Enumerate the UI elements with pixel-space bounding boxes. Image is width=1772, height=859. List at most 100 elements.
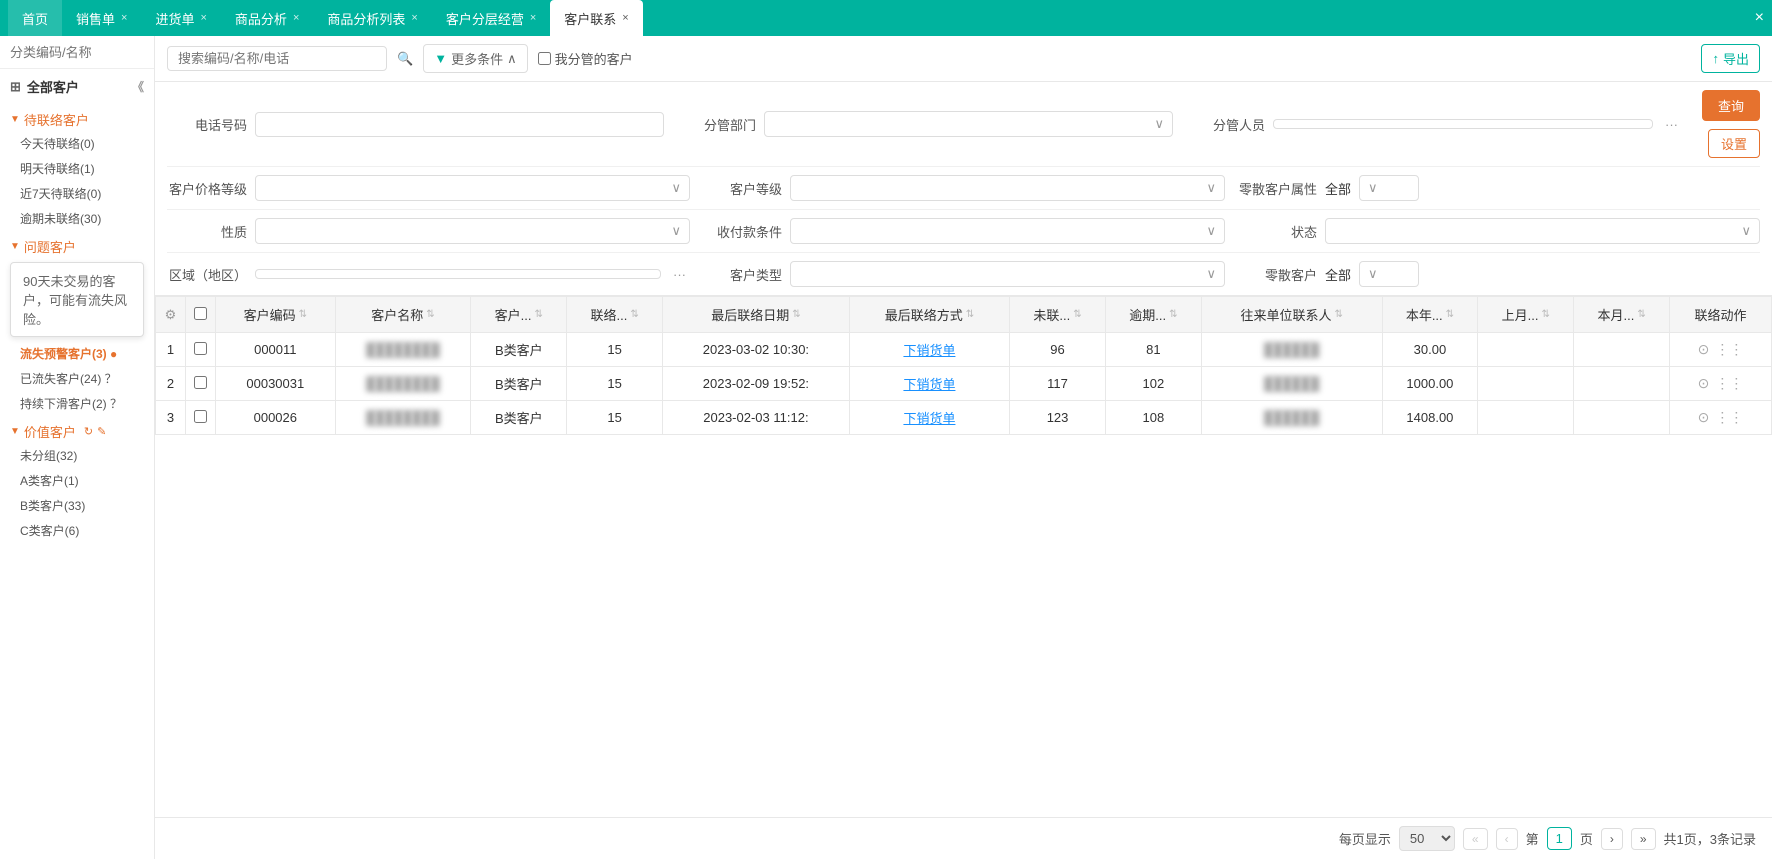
tab-sales[interactable]: 销售单 × bbox=[62, 0, 141, 36]
sort-overdue-icon[interactable]: ⇅ bbox=[1169, 309, 1177, 320]
manager-dots[interactable]: ··· bbox=[1661, 117, 1682, 132]
query-button[interactable]: 查询 bbox=[1702, 90, 1760, 121]
close-goods-list-icon[interactable]: × bbox=[411, 12, 417, 24]
action-contact-icon-0[interactable]: ⊙ bbox=[1698, 341, 1710, 358]
region-dots[interactable]: ··· bbox=[669, 267, 690, 282]
customer-type-select[interactable]: ∨ bbox=[790, 261, 1225, 287]
sort-method-icon[interactable]: ⇅ bbox=[966, 309, 974, 320]
sidebar-item-churned[interactable]: 已流失客户(24) ？ bbox=[0, 366, 154, 391]
close-all-tabs-icon[interactable]: × bbox=[1755, 9, 1764, 27]
cell-last-method[interactable]: 下销货单 bbox=[849, 401, 1009, 435]
sidebar-item-7days[interactable]: 近7天待联络(0) bbox=[0, 181, 154, 206]
first-page-button[interactable]: « bbox=[1463, 828, 1488, 850]
close-customer-contact-icon[interactable]: × bbox=[622, 12, 628, 24]
sort-year-icon[interactable]: ⇅ bbox=[1446, 309, 1454, 320]
sidebar-item-declining[interactable]: 持续下滑客户(2) ？ bbox=[0, 391, 154, 416]
sidebar-item-class-c[interactable]: C类客户(6) bbox=[0, 518, 154, 543]
status-arrow-icon: ∨ bbox=[1741, 223, 1751, 239]
more-conditions-arrow: ∧ bbox=[507, 51, 517, 67]
value-refresh-icon[interactable]: ↻ bbox=[84, 425, 93, 438]
sidebar-search-input[interactable] bbox=[10, 45, 155, 60]
select-all-checkbox[interactable] bbox=[194, 307, 207, 320]
search-input[interactable] bbox=[167, 46, 387, 71]
tab-customer-layer[interactable]: 客户分层经营 × bbox=[432, 0, 550, 36]
action-more-icon-0[interactable]: ⋮⋮ bbox=[1715, 341, 1743, 358]
sidebar-group-value[interactable]: ▼ 价值客户 ↻ ✎ bbox=[0, 416, 154, 443]
settings-gear-icon[interactable]: ⚙ bbox=[165, 307, 177, 322]
close-goods-analysis-icon[interactable]: × bbox=[293, 12, 299, 24]
sidebar-item-class-a[interactable]: A类客户(1) bbox=[0, 468, 154, 493]
cell-last-method[interactable]: 下销货单 bbox=[849, 333, 1009, 367]
sidebar-all-customers[interactable]: ⊞ 全部客户 《 bbox=[0, 69, 154, 104]
export-button[interactable]: ↑ 导出 bbox=[1701, 44, 1760, 73]
sort-name-icon[interactable]: ⇅ bbox=[426, 309, 434, 320]
tab-goods-analysis[interactable]: 商品分析 × bbox=[221, 0, 313, 36]
payment-select[interactable]: ∨ bbox=[790, 218, 1225, 244]
close-customer-layer-icon[interactable]: × bbox=[530, 12, 536, 24]
settings-button[interactable]: 设置 bbox=[1708, 129, 1760, 158]
close-purchase-icon[interactable]: × bbox=[200, 12, 206, 24]
sidebar-search-area: 🔍 bbox=[0, 36, 154, 69]
filter-manager-field: 分管人员 ··· bbox=[1185, 115, 1682, 134]
contact-method-link-2[interactable]: 下销货单 bbox=[903, 411, 955, 426]
value-edit-icon[interactable]: ✎ bbox=[97, 425, 106, 438]
sidebar-item-churn-warning[interactable]: 流失预警客户(3) ● bbox=[0, 341, 154, 366]
collapse-sidebar-icon[interactable]: 《 bbox=[132, 78, 144, 95]
tab-customer-contact[interactable]: 客户联系 × bbox=[550, 0, 642, 36]
tab-goods-list[interactable]: 商品分析列表 × bbox=[313, 0, 431, 36]
contact-method-link-1[interactable]: 下销货单 bbox=[903, 377, 955, 392]
row-checkbox-0[interactable] bbox=[194, 342, 207, 355]
more-conditions-button[interactable]: ▼ 更多条件 ∧ bbox=[423, 44, 527, 73]
cell-checkbox[interactable] bbox=[186, 333, 216, 367]
sidebar-item-today[interactable]: 今天待联络(0) bbox=[0, 131, 154, 156]
next-page-button[interactable]: › bbox=[1601, 828, 1623, 850]
dept-select[interactable]: ∨ bbox=[764, 111, 1173, 137]
action-contact-icon-2[interactable]: ⊙ bbox=[1698, 409, 1710, 426]
row-checkbox-2[interactable] bbox=[194, 410, 207, 423]
phone-input[interactable] bbox=[255, 112, 664, 137]
cell-person: ██████ bbox=[1201, 333, 1382, 367]
sort-nocontact-icon[interactable]: ⇅ bbox=[1073, 309, 1081, 320]
per-page-label: 每页显示 bbox=[1339, 829, 1391, 848]
manager-select[interactable] bbox=[1273, 119, 1653, 129]
nature-select[interactable]: ∨ bbox=[255, 218, 690, 244]
sort-type-icon[interactable]: ⇅ bbox=[535, 309, 543, 320]
cell-checkbox[interactable] bbox=[186, 367, 216, 401]
row-checkbox-1[interactable] bbox=[194, 376, 207, 389]
region-select[interactable] bbox=[255, 269, 661, 279]
sidebar-group-pending[interactable]: ▼ 待联络客户 bbox=[0, 104, 154, 131]
action-more-icon-2[interactable]: ⋮⋮ bbox=[1715, 409, 1743, 426]
sort-person-icon[interactable]: ⇅ bbox=[1334, 309, 1342, 320]
sort-code-icon[interactable]: ⇅ bbox=[299, 309, 307, 320]
sidebar-item-ungrouped[interactable]: 未分组(32) bbox=[0, 443, 154, 468]
filter-row-3: 性质 ∨ 收付款条件 ∨ 状态 bbox=[167, 210, 1760, 253]
sidebar-item-tomorrow[interactable]: 明天待联络(1) bbox=[0, 156, 154, 181]
sidebar-item-class-b[interactable]: B类客户(33) bbox=[0, 493, 154, 518]
my-customers-checkbox[interactable] bbox=[538, 52, 551, 65]
sidebar-group-problem[interactable]: ▼ 问题客户 bbox=[0, 231, 154, 258]
cell-last-method[interactable]: 下销货单 bbox=[849, 367, 1009, 401]
tab-purchase[interactable]: 进货单 × bbox=[141, 0, 220, 36]
close-sales-icon[interactable]: × bbox=[121, 12, 127, 24]
sort-contact-icon[interactable]: ⇅ bbox=[630, 309, 638, 320]
sort-lastmonth-icon[interactable]: ⇅ bbox=[1542, 309, 1550, 320]
sort-month-icon[interactable]: ⇅ bbox=[1637, 309, 1645, 320]
sort-date-icon[interactable]: ⇅ bbox=[792, 309, 800, 320]
per-page-select[interactable]: 50 100 bbox=[1399, 826, 1455, 851]
zero-attr-arrow-icon: ∨ bbox=[1368, 180, 1378, 196]
zero-attr-select[interactable]: ∨ bbox=[1359, 175, 1419, 201]
sidebar-item-overdue[interactable]: 逾期未联络(30) bbox=[0, 206, 154, 231]
zero-customer-select[interactable]: ∨ bbox=[1359, 261, 1419, 287]
tab-home[interactable]: 首页 bbox=[8, 0, 62, 36]
status-select[interactable]: ∨ bbox=[1325, 218, 1760, 244]
price-level-select[interactable]: ∨ bbox=[255, 175, 690, 201]
prev-page-button[interactable]: ‹ bbox=[1496, 828, 1518, 850]
action-more-icon-1[interactable]: ⋮⋮ bbox=[1715, 375, 1743, 392]
contact-method-link-0[interactable]: 下销货单 bbox=[903, 343, 955, 358]
customer-level-select[interactable]: ∨ bbox=[790, 175, 1225, 201]
my-customers-checkbox-area[interactable]: 我分管的客户 bbox=[538, 49, 633, 68]
last-page-button[interactable]: » bbox=[1631, 828, 1656, 850]
search-button-icon[interactable]: 🔍 bbox=[397, 51, 413, 67]
cell-checkbox[interactable] bbox=[186, 401, 216, 435]
action-contact-icon-1[interactable]: ⊙ bbox=[1698, 375, 1710, 392]
